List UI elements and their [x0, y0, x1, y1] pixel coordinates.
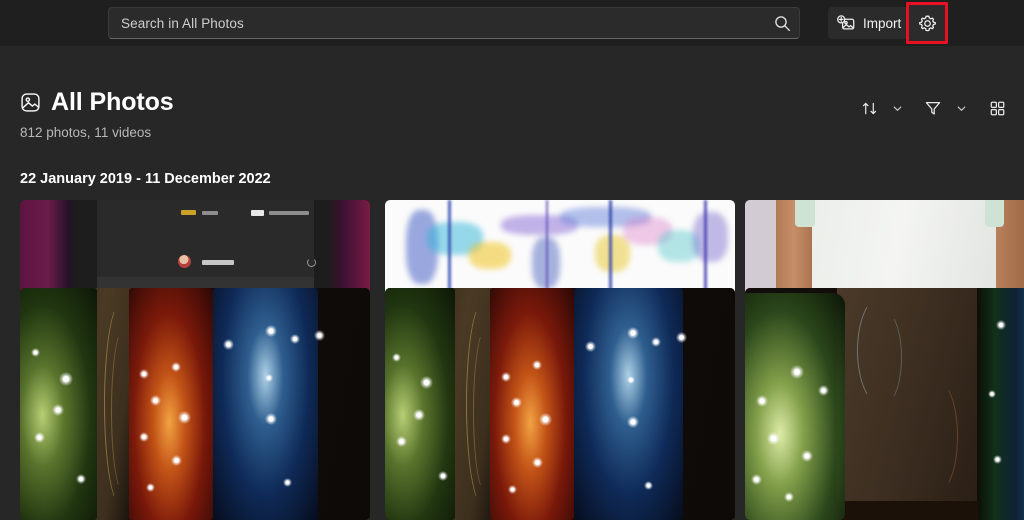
layout-button[interactable] [980, 92, 1014, 124]
search-box[interactable]: Search in All Photos [108, 7, 800, 39]
filter-button[interactable] [916, 92, 950, 124]
import-button-label: Import [863, 15, 902, 31]
sort-chevron-button[interactable] [886, 92, 908, 124]
photo-thumbnail [745, 288, 1024, 520]
grid-view-icon [989, 100, 1006, 117]
sort-arrows-icon [861, 100, 878, 117]
import-button[interactable]: Import [828, 7, 913, 39]
photo-tile-bottles-1[interactable] [20, 288, 370, 520]
view-toolbar [852, 92, 1014, 124]
chevron-down-icon [956, 103, 967, 114]
photo-tile-bottle-3[interactable] [745, 288, 1024, 520]
filter-chevron-button[interactable] [950, 92, 972, 124]
photo-tile-bottles-2[interactable] [385, 288, 735, 520]
import-photo-icon [837, 14, 855, 32]
page-subtitle: 812 photos, 11 videos [20, 125, 152, 140]
photo-thumbnail [385, 288, 735, 520]
photo-thumbnail [20, 288, 370, 520]
page-title: All Photos [51, 88, 174, 116]
photo-icon [20, 92, 41, 113]
title-bar: Search in All Photos Import [0, 0, 1024, 46]
page-header: All Photos 812 photos, 11 videos [20, 88, 174, 140]
search-input[interactable]: Search in All Photos [109, 16, 765, 31]
date-group-header: 22 January 2019 - 11 December 2022 [20, 171, 271, 187]
funnel-icon [924, 99, 942, 117]
settings-button[interactable] [908, 4, 946, 42]
chevron-down-icon [892, 103, 903, 114]
gear-icon [918, 14, 937, 33]
sort-button[interactable] [852, 92, 886, 124]
search-icon[interactable] [765, 8, 799, 38]
content-area: All Photos 812 photos, 11 videos 22 Janu… [0, 46, 1024, 520]
